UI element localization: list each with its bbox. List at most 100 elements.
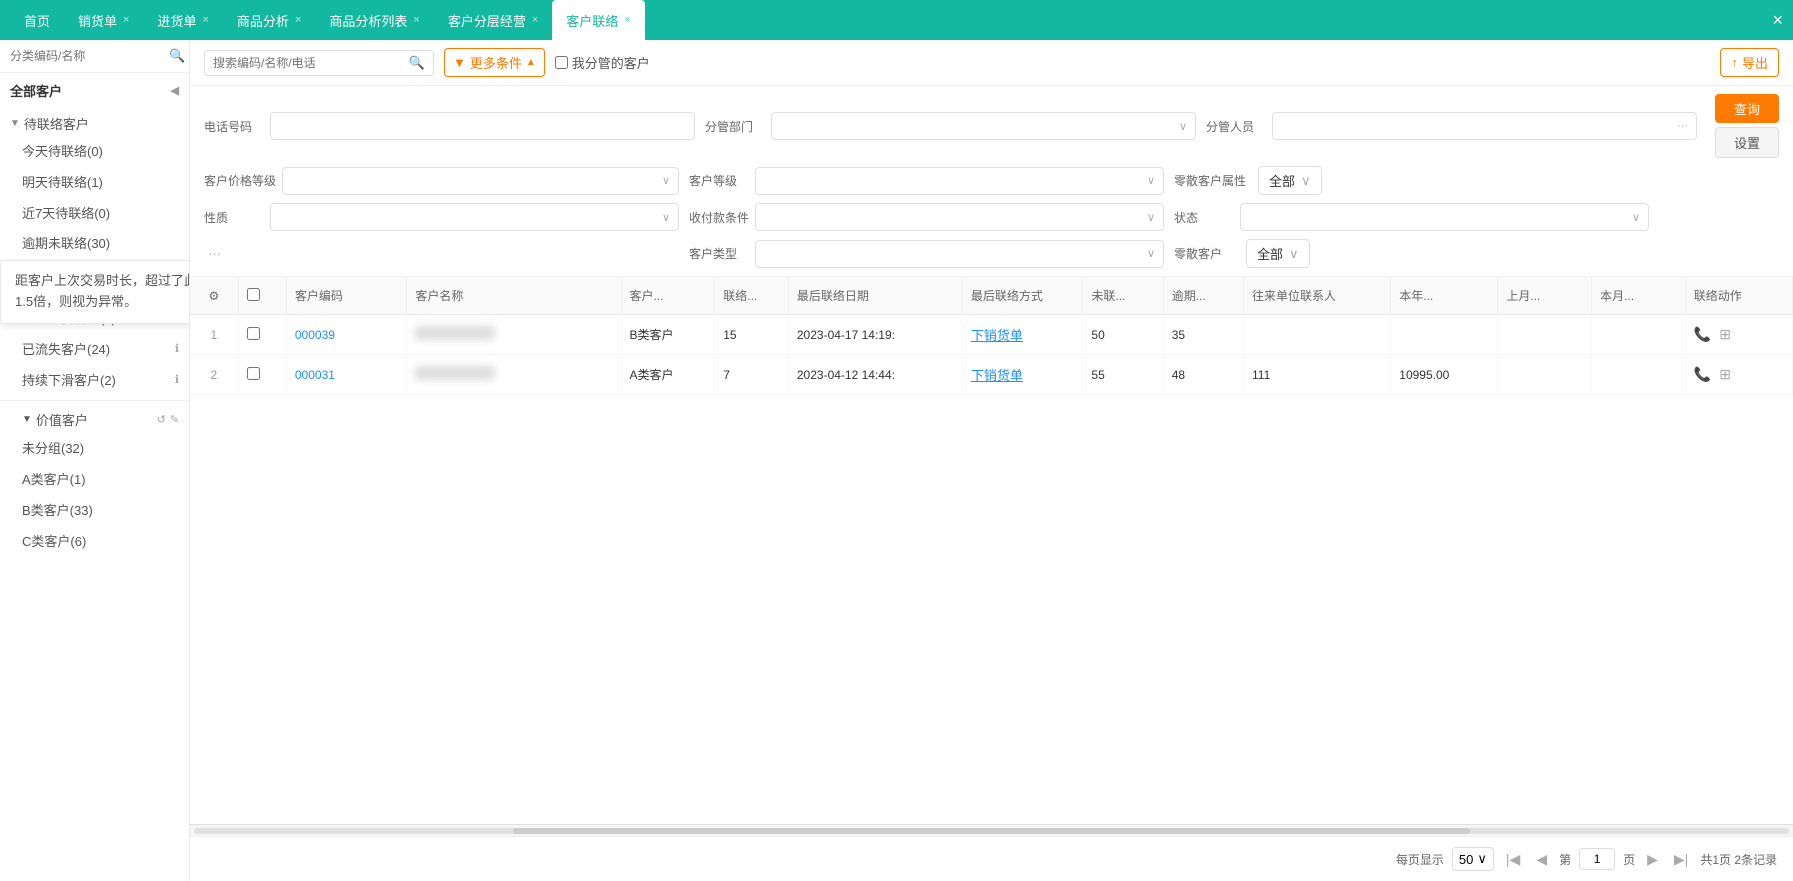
- close-product-analysis-tab[interactable]: ×: [295, 14, 301, 26]
- close-all-tabs-icon[interactable]: ×: [1772, 10, 1783, 31]
- query-button[interactable]: 查询: [1715, 94, 1779, 123]
- my-customers-checkbox[interactable]: [555, 56, 568, 69]
- page-number-input[interactable]: [1579, 848, 1615, 870]
- filter-status-select[interactable]: ∨: [1240, 203, 1649, 231]
- col-last-contact-method[interactable]: 最后联络方式: [962, 277, 1082, 315]
- filter-retail-customers-select[interactable]: 全部 ∨: [1246, 239, 1310, 268]
- top-navigation: 首页 销货单 × 进货单 × 商品分析 × 商品分析列表 × 客户分层经营 × …: [0, 0, 1793, 40]
- right-content: 🔍 ▼ 更多条件 ▲ 我分管的客户 ↑ 导出 电话号码: [190, 40, 1793, 881]
- value-customers-label: ▼ 价值客户: [22, 410, 88, 429]
- row2-grid-icon[interactable]: ⊞: [1719, 366, 1731, 383]
- sidebar-item-c-class[interactable]: C类客户(6): [0, 527, 189, 558]
- sidebar-collapse-icon[interactable]: ◀: [171, 84, 179, 97]
- row1-last-contact-method[interactable]: 下销货单: [962, 315, 1082, 355]
- filter-payment-label: 收付款条件: [689, 209, 749, 226]
- col-overdue[interactable]: 逾期...: [1163, 277, 1243, 315]
- filter-nature-select[interactable]: ∨: [270, 203, 679, 231]
- more-filters-button[interactable]: ▼ 更多条件 ▲: [444, 48, 545, 77]
- filter-customer-type-select[interactable]: ∨: [755, 240, 1164, 268]
- filter-phone-input[interactable]: [270, 112, 695, 140]
- row1-grid-icon[interactable]: ⊞: [1719, 326, 1731, 343]
- nav-item-sales[interactable]: 销货单 ×: [64, 0, 143, 40]
- nav-item-product-list[interactable]: 商品分析列表 ×: [315, 0, 433, 40]
- nav-item-purchase[interactable]: 进货单 ×: [143, 0, 222, 40]
- col-uncontact[interactable]: 未联...: [1083, 277, 1163, 315]
- close-customer-segments-tab[interactable]: ×: [532, 14, 538, 26]
- prev-page-btn[interactable]: ◀: [1532, 849, 1551, 870]
- sidebar-item-b-class[interactable]: B类客户(33): [0, 496, 189, 527]
- col-this-month[interactable]: 本月...: [1592, 277, 1686, 315]
- filter-payment-select[interactable]: ∨: [755, 203, 1164, 231]
- sidebar-group-pending-contact[interactable]: ▼ 待联络客户: [0, 108, 189, 137]
- sidebar-group-value-customers[interactable]: ▼ 价值客户 ↺ ✎: [0, 405, 189, 434]
- filter-manager-select[interactable]: ···: [1272, 112, 1697, 140]
- row2-phone-icon[interactable]: 📞: [1694, 366, 1711, 383]
- col-related-contact[interactable]: 往来单位联系人: [1244, 277, 1391, 315]
- row2-checkbox[interactable]: [238, 355, 286, 395]
- sidebar-item-today-contact[interactable]: 今天待联络(0): [0, 137, 189, 168]
- sidebar-search-box[interactable]: 🔍: [0, 40, 189, 73]
- export-button[interactable]: ↑ 导出: [1720, 48, 1779, 77]
- churned-info-icon[interactable]: ℹ: [175, 341, 179, 359]
- next-page-btn[interactable]: ▶: [1643, 849, 1662, 870]
- filter-dots[interactable]: ···: [204, 246, 225, 261]
- row2-code[interactable]: 000031: [286, 355, 406, 395]
- row1-select[interactable]: [247, 327, 260, 340]
- all-customers-header[interactable]: 全部客户 ◀: [0, 73, 189, 108]
- per-page-select[interactable]: 50 ∨: [1452, 847, 1494, 871]
- nav-item-customer-contact[interactable]: 客户联络 ×: [552, 0, 644, 40]
- row1-customer-type: B类客户: [621, 315, 715, 355]
- value-customers-edit-icon[interactable]: ✎: [170, 413, 179, 426]
- col-contact-count[interactable]: 联络...: [715, 277, 789, 315]
- sidebar-search-icon[interactable]: 🔍: [169, 48, 185, 64]
- row2-select[interactable]: [247, 367, 260, 380]
- close-purchase-tab[interactable]: ×: [202, 14, 208, 26]
- close-product-list-tab[interactable]: ×: [413, 14, 419, 26]
- sidebar-item-overdue-contact[interactable]: 逾期未联络(30): [0, 229, 189, 260]
- nav-item-customer-segments[interactable]: 客户分层经营 ×: [434, 0, 552, 40]
- settings-button[interactable]: 设置: [1715, 127, 1779, 158]
- scroll-thumb[interactable]: [513, 828, 1470, 834]
- filter-price-level-select[interactable]: ∨: [282, 167, 679, 195]
- row1-checkbox[interactable]: [238, 315, 286, 355]
- row1-phone-icon[interactable]: 📞: [1694, 326, 1711, 343]
- col-name[interactable]: 客户名称: [407, 277, 621, 315]
- col-this-year[interactable]: 本年...: [1391, 277, 1498, 315]
- main-search-icon[interactable]: 🔍: [409, 55, 425, 71]
- horizontal-scrollbar[interactable]: [190, 824, 1793, 836]
- row1-this-month: [1592, 315, 1686, 355]
- value-customers-refresh-icon[interactable]: ↺: [157, 413, 166, 426]
- action-buttons: 查询 设置: [1715, 94, 1779, 158]
- filter-customer-level-select[interactable]: ∨: [755, 167, 1164, 195]
- row2-last-contact-method[interactable]: 下销货单: [962, 355, 1082, 395]
- select-all-checkbox[interactable]: [247, 288, 260, 301]
- export-label: 导出: [1742, 53, 1768, 72]
- sidebar-item-7day-contact[interactable]: 近7天待联络(0): [0, 199, 189, 230]
- my-customers-checkbox-row[interactable]: 我分管的客户: [555, 53, 650, 72]
- last-page-btn[interactable]: ▶|: [1670, 849, 1692, 870]
- first-page-btn[interactable]: |◀: [1502, 849, 1524, 870]
- close-sales-tab[interactable]: ×: [123, 14, 129, 26]
- nav-item-home[interactable]: 首页: [10, 0, 64, 40]
- col-last-month[interactable]: 上月...: [1498, 277, 1592, 315]
- declining-info-icon[interactable]: ℹ: [175, 372, 179, 390]
- search-box[interactable]: 🔍: [204, 50, 434, 76]
- close-customer-contact-tab[interactable]: ×: [624, 14, 630, 26]
- sidebar-search-input[interactable]: [10, 49, 165, 63]
- sidebar-item-tomorrow-contact[interactable]: 明天待联络(1): [0, 168, 189, 199]
- filter-phone-label: 电话号码: [204, 118, 264, 135]
- nav-item-product-analysis[interactable]: 商品分析 ×: [223, 0, 315, 40]
- filter-retail-attr-select[interactable]: 全部 ∨: [1258, 166, 1322, 195]
- main-search-input[interactable]: [213, 56, 409, 70]
- col-customer-type[interactable]: 客户...: [621, 277, 715, 315]
- col-settings[interactable]: ⚙: [190, 277, 238, 315]
- row1-code[interactable]: 000039: [286, 315, 406, 355]
- sidebar-divider-2: [0, 400, 189, 401]
- sidebar-item-unclassified[interactable]: 未分组(32): [0, 434, 189, 465]
- col-code[interactable]: 客户编码: [286, 277, 406, 315]
- sidebar-item-declining[interactable]: 持续下滑客户(2) ℹ: [0, 366, 189, 397]
- sidebar-item-a-class[interactable]: A类客户(1): [0, 465, 189, 496]
- filter-department-select[interactable]: ∨: [771, 112, 1196, 140]
- sidebar-item-churned[interactable]: 已流失客户(24) ℹ: [0, 335, 189, 366]
- col-last-contact-date[interactable]: 最后联络日期: [788, 277, 962, 315]
